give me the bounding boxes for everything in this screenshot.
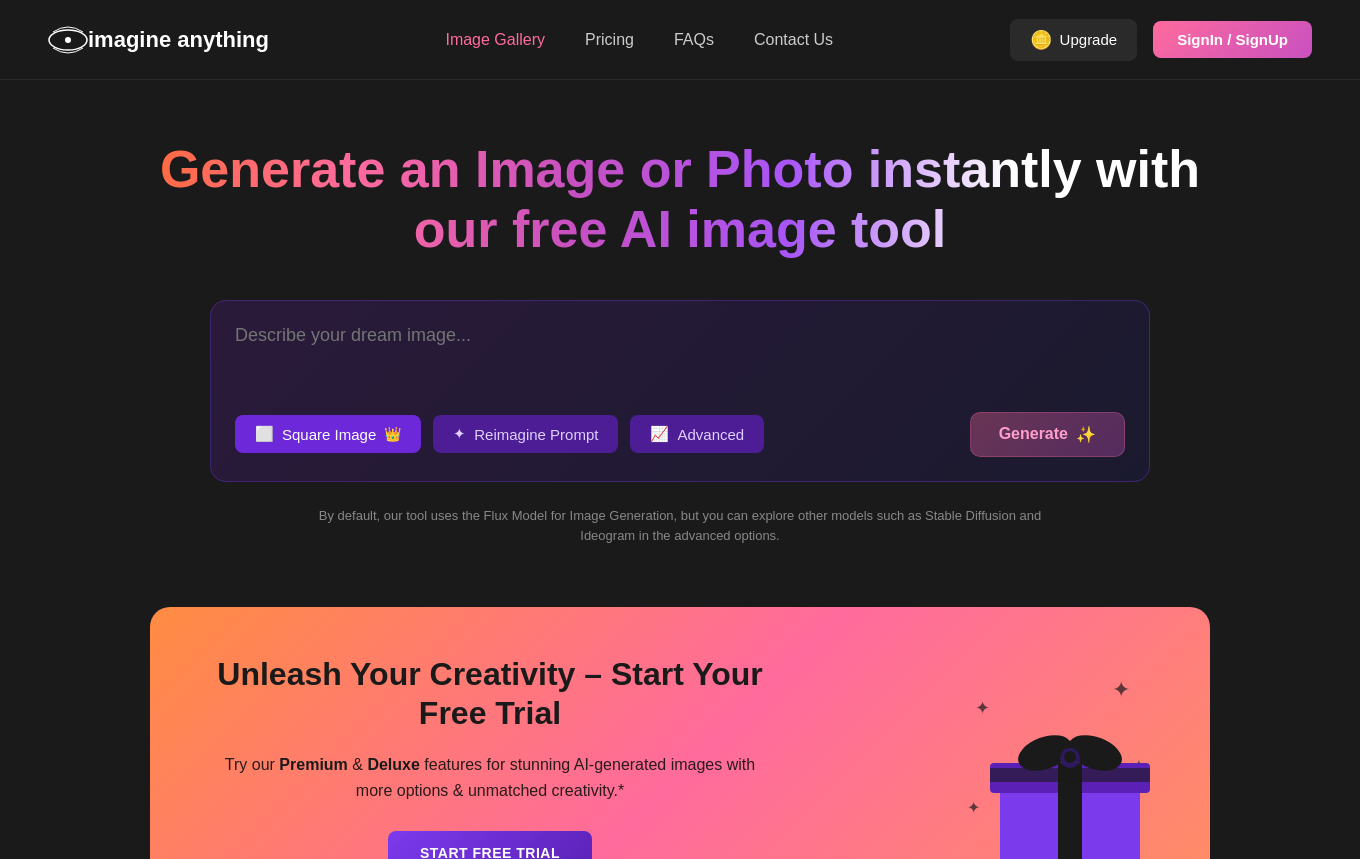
reimagine-prompt-button[interactable]: ✦ Reimagine Prompt bbox=[433, 415, 618, 453]
generate-button[interactable]: Generate ✨ bbox=[970, 412, 1125, 457]
svg-rect-5 bbox=[990, 768, 1150, 782]
gift-box-illustration bbox=[990, 708, 1150, 859]
svg-point-9 bbox=[1064, 751, 1076, 763]
nav-contact-us[interactable]: Contact Us bbox=[754, 31, 833, 48]
prompt-container: ⬜ Square Image 👑 ✦ Reimagine Prompt 📈 Ad… bbox=[210, 300, 1150, 482]
start-trial-button[interactable]: START FREE TRIAL bbox=[388, 831, 592, 859]
reimagine-label: Reimagine Prompt bbox=[474, 426, 598, 443]
promo-deluxe: Deluxe bbox=[367, 756, 419, 773]
upgrade-label: Upgrade bbox=[1060, 31, 1118, 48]
upgrade-button[interactable]: 🪙 Upgrade bbox=[1010, 19, 1138, 61]
advanced-label: Advanced bbox=[677, 426, 744, 443]
promo-and: & bbox=[348, 756, 368, 773]
star-decoration-2: ✦ bbox=[1112, 677, 1130, 703]
promo-gift-area: ✦ ✦ ✦ ✦ ✦ bbox=[950, 677, 1150, 859]
square-image-label: Square Image bbox=[282, 426, 376, 443]
promo-desc: Try our Premium & Deluxe features for st… bbox=[210, 752, 770, 803]
square-image-button[interactable]: ⬜ Square Image 👑 bbox=[235, 415, 421, 453]
promo-content: Unleash Your Creativity – Start Your Fre… bbox=[210, 655, 770, 859]
square-icon: ⬜ bbox=[255, 425, 274, 443]
prompt-buttons: ⬜ Square Image 👑 ✦ Reimagine Prompt 📈 Ad… bbox=[235, 415, 764, 453]
upgrade-icon: 🪙 bbox=[1030, 29, 1052, 51]
nav-right: 🪙 Upgrade SignIn / SignUp bbox=[1010, 19, 1312, 61]
nav-links: Image Gallery Pricing FAQs Contact Us bbox=[445, 31, 833, 49]
signin-button[interactable]: SignIn / SignUp bbox=[1153, 21, 1312, 58]
generate-label: Generate bbox=[999, 425, 1068, 443]
nav-pricing[interactable]: Pricing bbox=[585, 31, 634, 48]
promo-banner: Unleash Your Creativity – Start Your Fre… bbox=[150, 607, 1210, 859]
promo-title: Unleash Your Creativity – Start Your Fre… bbox=[210, 655, 770, 732]
hero-subtext: By default, our tool uses the Flux Model… bbox=[300, 506, 1060, 548]
hero-title: Generate an Image or Photo instantly wit… bbox=[130, 140, 1230, 260]
crown-icon: 👑 bbox=[384, 426, 401, 442]
prompt-input[interactable] bbox=[235, 325, 1125, 388]
promo-premium: Premium bbox=[279, 756, 347, 773]
generate-icon: ✨ bbox=[1076, 425, 1096, 444]
svg-point-1 bbox=[65, 37, 71, 43]
advanced-icon: 📈 bbox=[650, 425, 669, 443]
nav-faqs[interactable]: FAQs bbox=[674, 31, 714, 48]
prompt-actions: ⬜ Square Image 👑 ✦ Reimagine Prompt 📈 Ad… bbox=[235, 412, 1125, 457]
advanced-button[interactable]: 📈 Advanced bbox=[630, 415, 764, 453]
star-decoration-1: ✦ bbox=[975, 697, 990, 719]
promo-desc-start: Try our bbox=[225, 756, 280, 773]
star-decoration-4: ✦ bbox=[967, 798, 980, 817]
logo-icon bbox=[48, 22, 88, 58]
brand-name: imagine anything bbox=[88, 27, 269, 53]
reimagine-icon: ✦ bbox=[453, 425, 466, 443]
hero-section: Generate an Image or Photo instantly wit… bbox=[0, 80, 1360, 859]
navbar: imagine anything Image Gallery Pricing F… bbox=[0, 0, 1360, 80]
logo[interactable]: imagine anything bbox=[48, 22, 269, 58]
nav-image-gallery[interactable]: Image Gallery bbox=[445, 31, 545, 48]
